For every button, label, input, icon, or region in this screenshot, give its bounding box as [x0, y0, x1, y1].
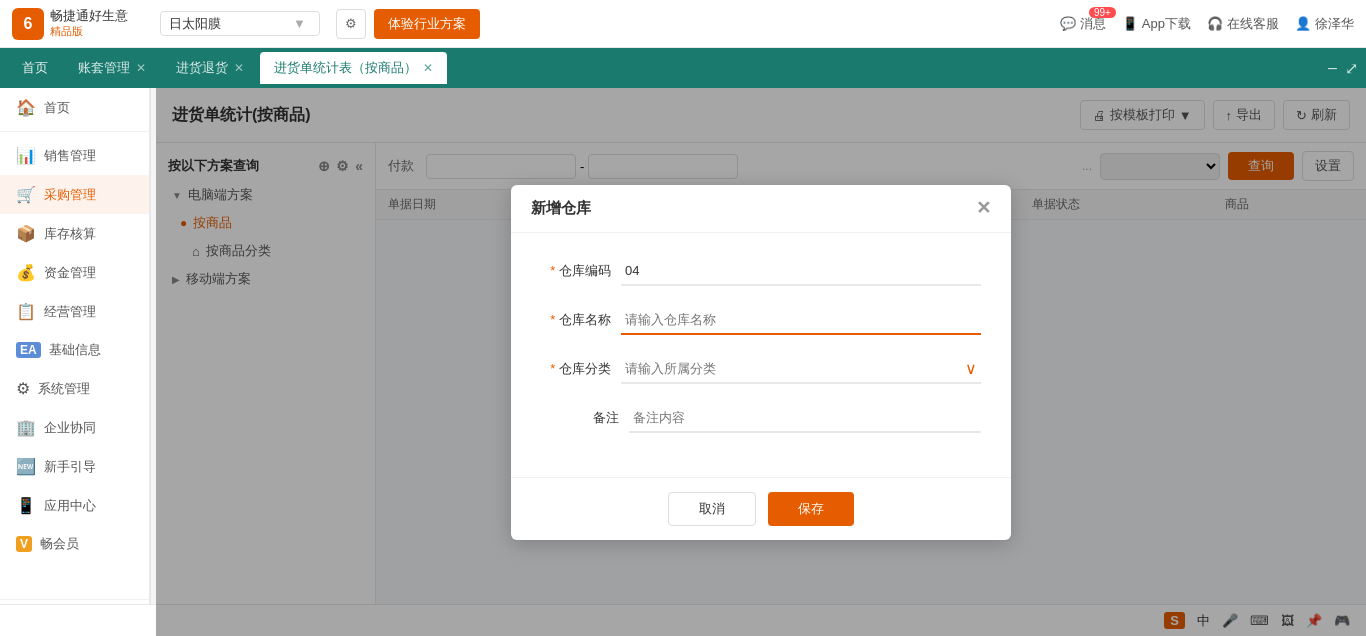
- tab-account[interactable]: 账套管理 ✕: [64, 52, 160, 84]
- sidebar-item-guide[interactable]: 🆕 新手引导: [0, 447, 149, 486]
- sidebar-home-label: 首页: [44, 99, 70, 117]
- app-icon: 📱: [1122, 16, 1138, 31]
- note-form-row: 备注: [541, 404, 981, 433]
- top-bar: 6 畅捷通好生意 精品版 ▼ ⚙ 体验行业方案 💬 消息 99+ 📱 App下载: [0, 0, 1366, 48]
- user-icon: 👤: [1295, 16, 1311, 31]
- purchase-icon: 🛒: [16, 185, 36, 204]
- sidebar-item-operations[interactable]: 📋 经营管理: [0, 292, 149, 331]
- sidebar-basic-info-label: 基础信息: [49, 341, 101, 359]
- purchase-stats-tab-label: 进货单统计表（按商品）: [274, 59, 417, 77]
- search-input[interactable]: [169, 16, 289, 31]
- close-account-tab-icon[interactable]: ✕: [136, 61, 146, 75]
- tab-home[interactable]: 首页: [8, 52, 62, 84]
- sidebar-item-sales[interactable]: 📊 销售管理: [0, 136, 149, 175]
- tab-bar-controls: – ⤢: [1328, 59, 1358, 78]
- category-form-row: 仓库分类 ∨: [541, 355, 981, 384]
- sidebar-item-finance[interactable]: 💰 资金管理: [0, 253, 149, 292]
- category-label: 仓库分类: [541, 360, 621, 378]
- category-select-area[interactable]: ∨: [621, 355, 981, 384]
- name-input[interactable]: [621, 306, 981, 335]
- headset-icon: 🎧: [1207, 16, 1223, 31]
- top-actions: ⚙ 体验行业方案: [336, 9, 480, 39]
- sidebar-item-app-center[interactable]: 📱 应用中心: [0, 486, 149, 525]
- finance-icon: 💰: [16, 263, 36, 282]
- enterprise-icon: 🏢: [16, 418, 36, 437]
- code-label: 仓库编码: [541, 262, 621, 280]
- user-profile-button[interactable]: 👤 徐泽华: [1295, 15, 1354, 33]
- tab-purchase-stats[interactable]: 进货单统计表（按商品） ✕: [260, 52, 447, 84]
- system-icon: ⚙: [16, 379, 30, 398]
- sidebar-inventory-label: 库存核算: [44, 225, 96, 243]
- basic-info-icon: EA: [16, 342, 41, 358]
- name-label: 仓库名称: [541, 311, 621, 329]
- messages-button[interactable]: 💬 消息 99+: [1060, 15, 1106, 33]
- message-icon: 💬: [1060, 16, 1076, 31]
- guide-icon: 🆕: [16, 457, 36, 476]
- operations-icon: 📋: [16, 302, 36, 321]
- modal-title: 新增仓库: [531, 199, 591, 218]
- trial-button[interactable]: 体验行业方案: [374, 9, 480, 39]
- account-tab-label: 账套管理: [78, 59, 130, 77]
- category-input[interactable]: [625, 361, 965, 376]
- brand-sub: 精品版: [50, 24, 128, 39]
- code-input[interactable]: [621, 257, 981, 286]
- sidebar-item-inventory[interactable]: 📦 库存核算: [0, 214, 149, 253]
- name-form-row: 仓库名称: [541, 306, 981, 335]
- logo-area: 6 畅捷通好生意 精品版: [12, 8, 152, 40]
- online-service-button[interactable]: 🎧 在线客服: [1207, 15, 1279, 33]
- tab-purchase-return[interactable]: 进货退货 ✕: [162, 52, 258, 84]
- sidebar-item-basic-info[interactable]: EA 基础信息: [0, 331, 149, 369]
- sidebar-app-center-label: 应用中心: [44, 497, 96, 515]
- purchase-return-tab-label: 进货退货: [176, 59, 228, 77]
- home-icon: 🏠: [16, 98, 36, 117]
- minimize-tab-icon[interactable]: –: [1328, 59, 1337, 77]
- category-dropdown-icon[interactable]: ∨: [965, 359, 977, 378]
- inventory-icon: 📦: [16, 224, 36, 243]
- sidebar-guide-label: 新手引导: [44, 458, 96, 476]
- modal-close-icon[interactable]: ✕: [976, 199, 991, 217]
- logo-icon: 6: [12, 8, 44, 40]
- message-badge: 99+: [1089, 7, 1116, 18]
- top-right-area: 💬 消息 99+ 📱 App下载 🎧 在线客服 👤 徐泽华: [1060, 15, 1354, 33]
- modal-overlay[interactable]: 新增仓库 ✕ 仓库编码: [156, 88, 1366, 636]
- sales-icon: 📊: [16, 146, 36, 165]
- code-form-row: 仓库编码: [541, 257, 981, 286]
- sidebar-system-label: 系统管理: [38, 380, 90, 398]
- home-tab-label: 首页: [22, 59, 48, 77]
- modal-body: 仓库编码 仓库名称: [511, 233, 1011, 477]
- close-purchase-stats-tab-icon[interactable]: ✕: [423, 61, 433, 75]
- sidebar-item-purchase[interactable]: 🛒 采购管理: [0, 175, 149, 214]
- dropdown-arrow-icon[interactable]: ▼: [293, 16, 306, 31]
- sidebar: 🏠 首页 📊 销售管理 🛒 采购管理 📦 库存核算 💰 资金管理 📋: [0, 88, 150, 636]
- sidebar-item-home[interactable]: 🏠 首页: [0, 88, 149, 127]
- app-download-button[interactable]: 📱 App下载: [1122, 15, 1191, 33]
- cancel-button[interactable]: 取消: [668, 492, 756, 526]
- add-warehouse-modal: 新增仓库 ✕ 仓库编码: [511, 185, 1011, 540]
- modal-footer: 取消 保存: [511, 477, 1011, 540]
- tab-bar: 首页 账套管理 ✕ 进货退货 ✕ 进货单统计表（按商品） ✕ – ⤢: [0, 48, 1366, 88]
- sidebar-vip-label: 畅会员: [40, 535, 79, 553]
- sidebar-operations-label: 经营管理: [44, 303, 96, 321]
- sidebar-sales-label: 销售管理: [44, 147, 96, 165]
- note-input[interactable]: [629, 404, 981, 433]
- close-purchase-return-tab-icon[interactable]: ✕: [234, 61, 244, 75]
- sidebar-finance-label: 资金管理: [44, 264, 96, 282]
- modal-header: 新增仓库 ✕: [511, 185, 1011, 233]
- sidebar-enterprise-label: 企业协同: [44, 419, 96, 437]
- brand-name: 畅捷通好生意: [50, 8, 128, 24]
- app-center-icon: 📱: [16, 496, 36, 515]
- sidebar-divider-1: [0, 131, 149, 132]
- main-layout: 🏠 首页 📊 销售管理 🛒 采购管理 📦 库存核算 💰 资金管理 📋: [0, 88, 1366, 636]
- vip-icon: V: [16, 536, 32, 552]
- content-area: 进货单统计(按商品) 🖨 按模板打印 ▼ ↑ 导出 ↻ 刷新: [156, 88, 1366, 636]
- sidebar-item-system[interactable]: ⚙ 系统管理: [0, 369, 149, 408]
- sidebar-item-vip[interactable]: V 畅会员: [0, 525, 149, 563]
- gear-button[interactable]: ⚙: [336, 9, 366, 39]
- sidebar-purchase-label: 采购管理: [44, 186, 96, 204]
- expand-tab-icon[interactable]: ⤢: [1345, 59, 1358, 78]
- search-bar: ▼: [160, 11, 320, 36]
- sidebar-item-enterprise[interactable]: 🏢 企业协同: [0, 408, 149, 447]
- save-button[interactable]: 保存: [768, 492, 854, 526]
- note-label: 备注: [549, 409, 629, 427]
